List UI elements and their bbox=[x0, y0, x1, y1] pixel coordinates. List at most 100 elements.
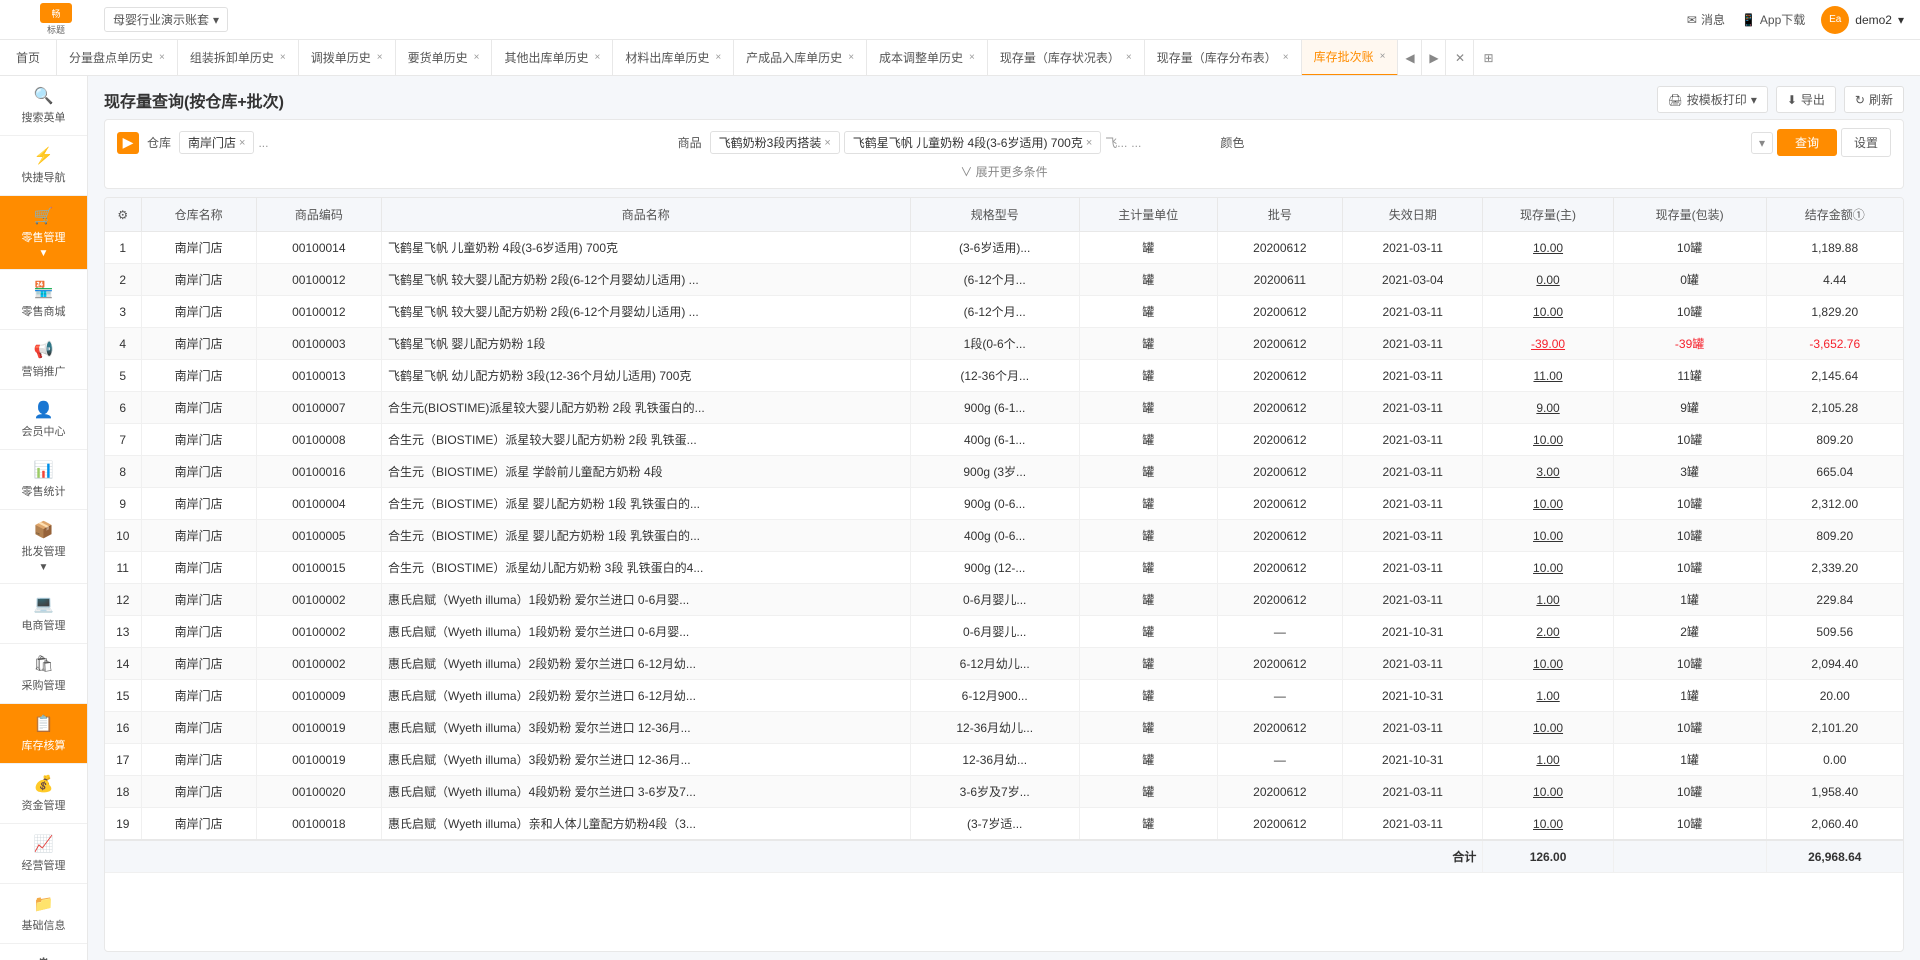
close-tab-batch-post[interactable]: × bbox=[1380, 51, 1386, 62]
row-no: 4 bbox=[105, 328, 141, 360]
row-qty-main[interactable]: -39.00 bbox=[1483, 328, 1613, 360]
tab-mix[interactable]: 调拨单历史 × bbox=[299, 40, 396, 76]
close-tab-split-stock[interactable]: × bbox=[159, 52, 165, 63]
row-qty-main[interactable]: 1.00 bbox=[1483, 680, 1613, 712]
product-tag-1-close[interactable]: × bbox=[824, 137, 830, 149]
product-filter-more[interactable]: 飞... bbox=[1105, 134, 1127, 151]
row-expiry: 2021-10-31 bbox=[1343, 616, 1483, 648]
sidebar-item-marketing[interactable]: 📢 营销推广 bbox=[0, 330, 87, 390]
sidebar-item-label: 库存核算 bbox=[22, 737, 66, 753]
nav-next-button[interactable]: ▶ bbox=[1422, 40, 1446, 76]
sidebar-item-basic[interactable]: 📁 基础信息 bbox=[0, 884, 87, 944]
sidebar-item-finance[interactable]: 💰 资金管理 bbox=[0, 764, 87, 824]
warehouse-selector[interactable]: 母婴行业演示账套 ▾ bbox=[104, 7, 228, 32]
sidebar-item-operations[interactable]: 📈 经营管理 bbox=[0, 824, 87, 884]
tab-cost-adjust[interactable]: 成本调整单历史 × bbox=[867, 40, 988, 76]
sidebar-item-wholesale[interactable]: 📦 批发管理 ▼ bbox=[0, 510, 87, 584]
row-qty-main[interactable]: 10.00 bbox=[1483, 808, 1613, 841]
row-qty-main[interactable]: 10.00 bbox=[1483, 424, 1613, 456]
filter-expand-button[interactable]: ▶ bbox=[117, 132, 139, 154]
print-button[interactable]: 🖨 按模板打印 ▾ bbox=[1657, 86, 1768, 113]
settings-button[interactable]: 设置 bbox=[1841, 128, 1891, 157]
tab-split-stock[interactable]: 分量盘点单历史 × bbox=[57, 40, 178, 76]
app-download-button[interactable]: 📱 App下载 bbox=[1741, 11, 1805, 28]
row-qty-main[interactable]: 10.00 bbox=[1483, 712, 1613, 744]
sidebar-item-search[interactable]: 🔍 搜索英单 bbox=[0, 76, 87, 136]
sidebar-item-inventory[interactable]: 📋 库存核算 bbox=[0, 704, 87, 764]
gear-icon[interactable]: ⚙ bbox=[117, 208, 128, 222]
close-tab-demand[interactable]: × bbox=[474, 52, 480, 63]
inventory-icon: 📋 bbox=[34, 714, 54, 734]
row-expiry: 2021-03-11 bbox=[1343, 296, 1483, 328]
col-settings[interactable]: ⚙ bbox=[105, 198, 141, 232]
refresh-button[interactable]: ↻ 刷新 bbox=[1844, 86, 1904, 113]
close-tab-stock-status[interactable]: × bbox=[1126, 52, 1132, 63]
row-spec: 900g (6-1... bbox=[910, 392, 1079, 424]
row-qty-main[interactable]: 3.00 bbox=[1483, 456, 1613, 488]
tab-stock-status[interactable]: 现存量（库存状况表） × bbox=[988, 40, 1145, 76]
tab-other-out[interactable]: 其他出库单历史 × bbox=[492, 40, 613, 76]
product-tag-2-close[interactable]: × bbox=[1086, 137, 1092, 149]
tab-disassemble[interactable]: 组装拆卸单历史 × bbox=[178, 40, 299, 76]
close-tab-cost-adjust[interactable]: × bbox=[969, 52, 975, 63]
row-name: 合生元（BIOSTIME）派星幼儿配方奶粉 3段 乳铁蛋白的4... bbox=[381, 552, 910, 584]
row-qty-main[interactable]: 10.00 bbox=[1483, 552, 1613, 584]
tab-batch-post[interactable]: 库存批次账 × bbox=[1302, 40, 1399, 76]
row-unit: 罐 bbox=[1079, 712, 1217, 744]
row-code: 00100012 bbox=[256, 296, 381, 328]
tab-home[interactable]: 首页 bbox=[0, 40, 57, 76]
user-menu[interactable]: Ea demo2 ▾ bbox=[1821, 6, 1904, 34]
message-button[interactable]: ✉ 消息 bbox=[1687, 11, 1725, 28]
sidebar-item-system[interactable]: ⚙ 系统管理 bbox=[0, 944, 87, 960]
close-tab-material-out[interactable]: × bbox=[715, 52, 721, 63]
row-qty-main[interactable]: 2.00 bbox=[1483, 616, 1613, 648]
tab-demand[interactable]: 要货单历史 × bbox=[396, 40, 493, 76]
tab-stock-dist[interactable]: 现存量（库存分布表） × bbox=[1145, 40, 1302, 76]
sidebar-item-retail[interactable]: 🛒 零售管理 ▼ bbox=[0, 196, 87, 270]
product-tag-1[interactable]: 飞鹤奶粉3段丙搭装 × bbox=[710, 131, 840, 154]
product-filter-dots[interactable]: ... bbox=[1131, 136, 1141, 150]
row-qty-main[interactable]: 10.00 bbox=[1483, 776, 1613, 808]
tab-product-in[interactable]: 产成品入库单历史 × bbox=[734, 40, 867, 76]
filter-collapse-button[interactable]: ▾ bbox=[1751, 132, 1773, 154]
table-row: 6 南岸门店 00100007 合生元(BIOSTIME)派星较大婴儿配方奶粉 … bbox=[105, 392, 1903, 424]
sidebar-item-ecommerce[interactable]: 💻 电商管理 bbox=[0, 584, 87, 644]
sidebar-item-label: 经营管理 bbox=[22, 857, 66, 873]
sidebar-item-purchase[interactable]: 🛍 采购管理 bbox=[0, 644, 87, 704]
operations-icon: 📈 bbox=[34, 834, 54, 854]
close-tab-disassemble[interactable]: × bbox=[280, 52, 286, 63]
row-qty-main[interactable]: 11.00 bbox=[1483, 360, 1613, 392]
sidebar-item-member[interactable]: 👤 会员中心 bbox=[0, 390, 87, 450]
nav-expand-button[interactable]: ⊞ bbox=[1474, 40, 1502, 76]
search-button[interactable]: 查询 bbox=[1777, 129, 1837, 156]
close-tab-stock-dist[interactable]: × bbox=[1283, 52, 1289, 63]
row-qty-main[interactable]: 10.00 bbox=[1483, 232, 1613, 264]
tab-material-out[interactable]: 材料出库单历史 × bbox=[613, 40, 734, 76]
warehouse-tag-close[interactable]: × bbox=[239, 137, 245, 149]
row-qty-main[interactable]: 1.00 bbox=[1483, 744, 1613, 776]
sidebar-item-shortcut[interactable]: ⚡ 快捷导航 bbox=[0, 136, 87, 196]
expand-more-button[interactable]: ∨ 展开更多条件 bbox=[960, 163, 1047, 180]
warehouse-filter-more[interactable]: ... bbox=[258, 136, 268, 150]
export-button[interactable]: ⬇ 导出 bbox=[1776, 86, 1836, 113]
row-batch: 20200612 bbox=[1217, 552, 1342, 584]
product-tag-2[interactable]: 飞鹤星飞帆 儿童奶粉 4段(3-6岁适用) 700克 × bbox=[844, 131, 1101, 154]
close-tab-other-out[interactable]: × bbox=[594, 52, 600, 63]
row-expiry: 2021-03-11 bbox=[1343, 392, 1483, 424]
row-qty-main[interactable]: 10.00 bbox=[1483, 648, 1613, 680]
row-qty-main[interactable]: 1.00 bbox=[1483, 584, 1613, 616]
nav-close-all-button[interactable]: ✕ bbox=[1446, 40, 1474, 76]
close-tab-mix[interactable]: × bbox=[377, 52, 383, 63]
row-spec: 900g (12-... bbox=[910, 552, 1079, 584]
nav-prev-button[interactable]: ◀ bbox=[1398, 40, 1422, 76]
row-warehouse: 南岸门店 bbox=[141, 520, 256, 552]
warehouse-tag[interactable]: 南岸门店 × bbox=[179, 131, 254, 154]
row-qty-main[interactable]: 10.00 bbox=[1483, 296, 1613, 328]
row-qty-main[interactable]: 9.00 bbox=[1483, 392, 1613, 424]
row-qty-main[interactable]: 10.00 bbox=[1483, 520, 1613, 552]
row-qty-main[interactable]: 10.00 bbox=[1483, 488, 1613, 520]
close-tab-product-in[interactable]: × bbox=[848, 52, 854, 63]
row-qty-main[interactable]: 0.00 bbox=[1483, 264, 1613, 296]
sidebar-item-retail-stats[interactable]: 📊 零售统计 bbox=[0, 450, 87, 510]
sidebar-item-retail-shop[interactable]: 🏪 零售商城 bbox=[0, 270, 87, 330]
